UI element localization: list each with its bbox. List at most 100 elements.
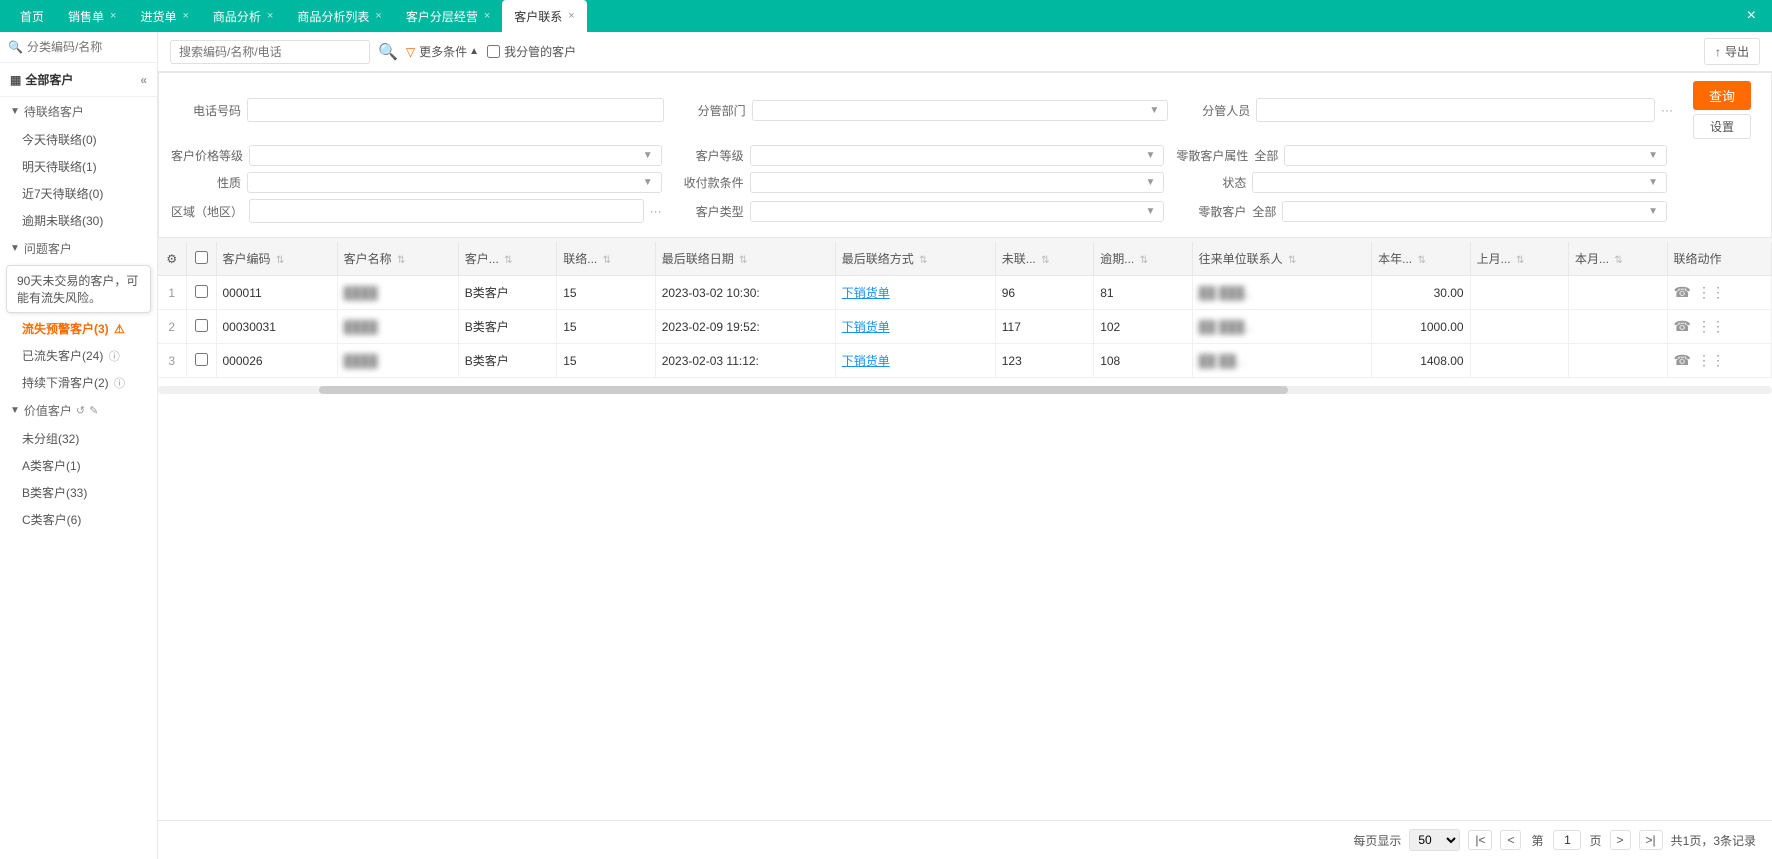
sidebar-item-declining[interactable]: 持续下滑客户(2) ⓘ (0, 369, 157, 396)
customer-type-select[interactable]: ▼ (750, 201, 1165, 222)
sidebar-search-input[interactable] (27, 40, 149, 54)
action-buttons: 查询 设置 (1685, 81, 1759, 139)
search-input[interactable] (170, 40, 370, 64)
sidebar-item-overdue[interactable]: 逾期未联络(30) (0, 207, 157, 234)
settings-button[interactable]: 设置 (1693, 114, 1751, 139)
more-conditions-button[interactable]: ▽ 更多条件 ▲ (406, 43, 479, 60)
cell-unit-contact: ██ ███... (1192, 276, 1371, 310)
status-select[interactable]: ▼ (1252, 172, 1667, 193)
col-customer-type[interactable]: 客户... ⇅ (458, 242, 556, 276)
filter-row-1: 电话号码 分管部门 ▼ 分管人员 ··· 查询 设置 (171, 81, 1759, 139)
edit-icon[interactable]: ✎ (89, 404, 98, 417)
page-input[interactable] (1553, 830, 1581, 850)
col-unit-contact[interactable]: 往来单位联系人 ⇅ (1192, 242, 1371, 276)
sidebar-item-class-b[interactable]: B类客户(33) (0, 479, 157, 506)
more-action-icon[interactable]: ⋮⋮ (1697, 318, 1725, 335)
next-page-button[interactable]: > (1610, 830, 1631, 850)
window-close-button[interactable]: × (1739, 7, 1764, 25)
col-customer-code[interactable]: 客户编码 ⇅ (216, 242, 337, 276)
sidebar-item-churned[interactable]: 已流失客户(24) ⓘ (0, 342, 157, 369)
contact-way-link[interactable]: 下销货单 (842, 320, 890, 334)
search-button[interactable]: 🔍 (378, 42, 398, 62)
nav-tab-analysis[interactable]: 商品分析 × (201, 0, 285, 32)
nav-tab-analysis-list-close[interactable]: × (375, 10, 381, 22)
sidebar-item-7days[interactable]: 近7天待联络(0) (0, 180, 157, 207)
nav-tab-customer-mgmt[interactable]: 客户分层经营 × (394, 0, 502, 32)
sidebar-all-customers[interactable]: ▦ 全部客户 « (0, 63, 157, 97)
nav-tab-home[interactable]: 首页 (8, 0, 56, 32)
customer-level-select[interactable]: ▼ (750, 145, 1165, 166)
price-level-select[interactable]: ▼ (249, 145, 662, 166)
col-customer-name[interactable]: 客户名称 ⇅ (337, 242, 458, 276)
nav-tab-sales[interactable]: 销售单 × (56, 0, 128, 32)
cell-this-year: 1000.00 (1372, 310, 1470, 344)
nav-tab-purchase-close[interactable]: × (182, 10, 188, 22)
sidebar-item-tomorrow[interactable]: 明天待联络(1) (0, 153, 157, 180)
retail-customer-select[interactable]: ▼ (1282, 201, 1667, 222)
page-size-select[interactable]: 50 100 (1409, 829, 1460, 851)
nav-tab-customer-contact[interactable]: 客户联系 × (502, 0, 586, 32)
problem-customer-tooltip: 90天未交易的客户，可能有流失风险。 (6, 265, 151, 313)
contact-way-link[interactable]: 下销货单 (842, 286, 890, 300)
sidebar-item-ungrouped[interactable]: 未分组(32) (0, 425, 157, 452)
col-last-contact-way[interactable]: 最后联络方式 ⇅ (835, 242, 995, 276)
nav-tab-purchase[interactable]: 进货单 × (128, 0, 200, 32)
nav-tab-customer-contact-close[interactable]: × (568, 10, 574, 22)
sidebar-item-today[interactable]: 今天待联络(0) (0, 126, 157, 153)
more-action-icon[interactable]: ⋮⋮ (1697, 352, 1725, 369)
contact-action-icon[interactable]: ☎ (1674, 352, 1691, 369)
row-checkbox[interactable] (195, 353, 208, 366)
retail-attr-select[interactable]: ▼ (1284, 145, 1667, 166)
col-this-month[interactable]: 本月... ⇅ (1569, 242, 1667, 276)
nav-tab-analysis-close[interactable]: × (267, 10, 273, 22)
first-page-button[interactable]: |< (1468, 830, 1492, 850)
nav-tab-analysis-list[interactable]: 商品分析列表 × (285, 0, 393, 32)
row-checkbox[interactable] (195, 285, 208, 298)
chevron-down-icon-5: ▼ (643, 177, 653, 188)
contact-way-link[interactable]: 下销货单 (842, 354, 890, 368)
contact-action-icon[interactable]: ☎ (1674, 318, 1691, 335)
person-input[interactable] (1256, 98, 1655, 122)
sidebar-item-class-a[interactable]: A类客户(1) (0, 452, 157, 479)
payment-select[interactable]: ▼ (750, 172, 1165, 193)
filter-nature: 性质 ▼ (171, 172, 662, 193)
table-settings-col[interactable]: ⚙ (158, 242, 186, 276)
query-button[interactable]: 查询 (1693, 81, 1751, 110)
dept-select[interactable]: ▼ (752, 100, 1169, 121)
horizontal-scrollbar[interactable] (158, 386, 1772, 394)
region-dots-icon[interactable]: ··· (650, 204, 662, 218)
filter-person-label: 分管人员 (1180, 102, 1250, 119)
nature-select[interactable]: ▼ (247, 172, 662, 193)
sidebar-item-class-c[interactable]: C类客户(6) (0, 506, 157, 533)
last-page-button[interactable]: >| (1639, 830, 1663, 850)
col-overdue[interactable]: 逾期... ⇅ (1094, 242, 1192, 276)
cell-action: ☎ ⋮⋮ (1667, 276, 1772, 310)
sidebar-item-churn-warning[interactable]: 流失预警客户(3) ⚠ (0, 315, 157, 342)
contact-action-icon[interactable]: ☎ (1674, 284, 1691, 301)
col-no-contact[interactable]: 未联... ⇅ (995, 242, 1093, 276)
scrollbar-thumb[interactable] (319, 386, 1287, 394)
col-contact[interactable]: 联络... ⇅ (557, 242, 655, 276)
region-input[interactable] (249, 199, 644, 223)
sidebar-group-problem[interactable]: ▼ 问题客户 (0, 234, 157, 263)
export-button[interactable]: ↑ 导出 (1704, 38, 1760, 65)
col-this-year[interactable]: 本年... ⇅ (1372, 242, 1470, 276)
refresh-icon[interactable]: ↺ (76, 404, 85, 417)
retail-customer-value: 全部 (1252, 203, 1276, 220)
nav-tab-sales-close[interactable]: × (110, 10, 116, 22)
select-all-checkbox[interactable] (195, 251, 208, 264)
collapse-icon[interactable]: « (140, 73, 147, 87)
table-checkbox-col[interactable] (186, 242, 216, 276)
nav-tab-customer-mgmt-close[interactable]: × (484, 10, 490, 22)
chevron-down-icon-8: ▼ (1145, 206, 1155, 217)
person-dots-icon[interactable]: ··· (1661, 103, 1673, 117)
my-customers-checkbox[interactable] (487, 45, 500, 58)
sidebar-group-value[interactable]: ▼ 价值客户 ↺ ✎ (0, 396, 157, 425)
phone-input[interactable] (247, 98, 664, 122)
sidebar-group-pending[interactable]: ▼ 待联络客户 (0, 97, 157, 126)
prev-page-button[interactable]: < (1500, 830, 1521, 850)
col-last-month[interactable]: 上月... ⇅ (1470, 242, 1568, 276)
more-action-icon[interactable]: ⋮⋮ (1697, 284, 1725, 301)
row-checkbox[interactable] (195, 319, 208, 332)
col-last-contact-date[interactable]: 最后联络日期 ⇅ (655, 242, 835, 276)
